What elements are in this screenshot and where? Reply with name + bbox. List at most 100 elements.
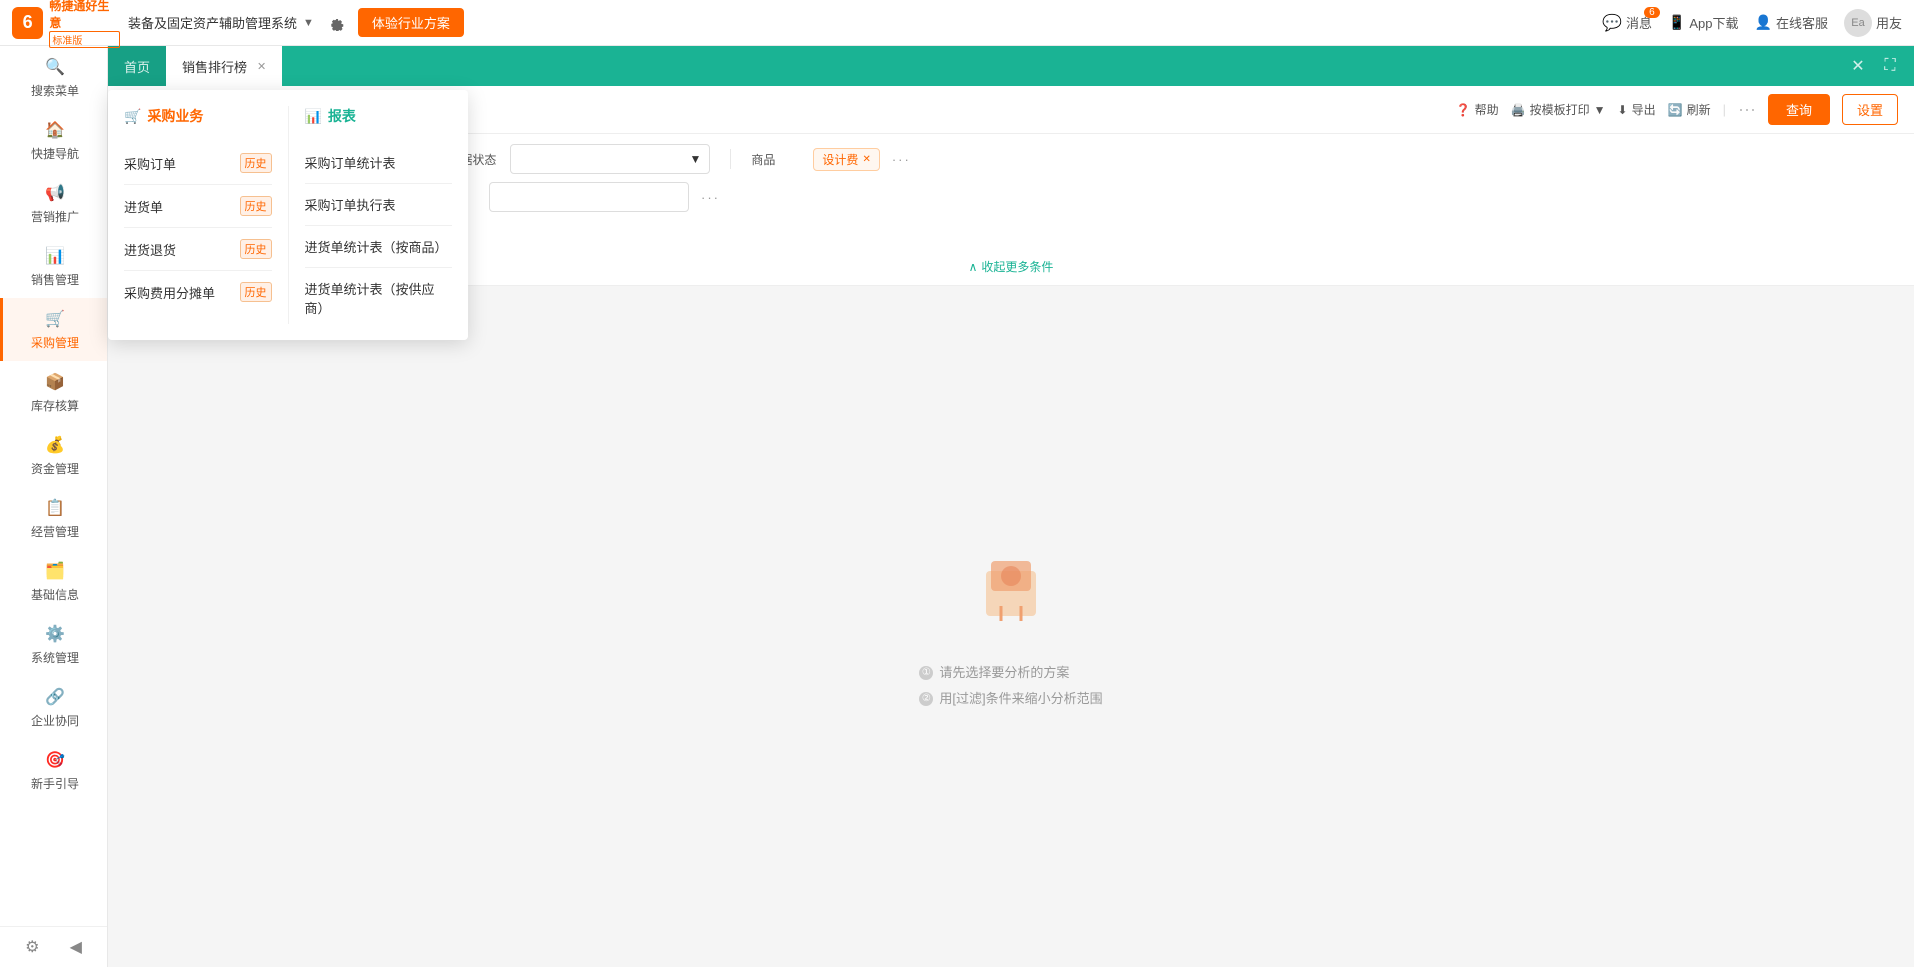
sidebar-item-capital[interactable]: 💰 资金管理 bbox=[0, 424, 107, 487]
refresh-button[interactable]: 🔄 刷新 bbox=[1668, 101, 1711, 118]
goods-label: 商品 bbox=[751, 151, 801, 168]
sidebar-item-sales[interactable]: 📊 销售管理 bbox=[0, 235, 107, 298]
sidebar-item-basic-info[interactable]: 🗂️ 基础信息 bbox=[0, 550, 107, 613]
dropdown-item-inbound-goods[interactable]: 进货单统计表（按商品） bbox=[305, 230, 453, 263]
app-label: App下载 bbox=[1689, 13, 1738, 32]
sidebar-label-search: 搜索菜单 bbox=[31, 82, 79, 99]
sidebar-settings-btn[interactable]: ⚙ bbox=[25, 937, 39, 957]
sidebar-label-enterprise: 企业协同 bbox=[31, 712, 79, 729]
inbound-history-badge: 历史 bbox=[240, 196, 272, 216]
export-label: 导出 bbox=[1632, 101, 1656, 118]
query-button[interactable]: 查询 bbox=[1768, 94, 1830, 125]
inbound-supplier-label: 进货单统计表（按供应商） bbox=[305, 279, 453, 317]
goods-tag-value: 设计费 bbox=[822, 151, 858, 168]
cost-history-badge: 历史 bbox=[240, 282, 272, 302]
dropdown-item-po-stat[interactable]: 采购订单统计表 bbox=[305, 146, 453, 179]
dropdown-item-po-exec[interactable]: 采购订单执行表 bbox=[305, 188, 453, 221]
help-icon: ❓ bbox=[1456, 103, 1471, 117]
settings-button[interactable]: 设置 bbox=[1842, 94, 1898, 125]
dropdown-item-inbound[interactable]: 进货单 历史 bbox=[124, 189, 272, 223]
dropdown-menu: 🛒 采购业务 采购订单 历史 进货单 历史 进货退货 历史 bbox=[108, 90, 468, 340]
sidebar-label-sales: 销售管理 bbox=[31, 271, 79, 288]
print-button[interactable]: 🖨️ 按模板打印 ▼ bbox=[1511, 101, 1606, 118]
sidebar-label-inventory: 库存核算 bbox=[31, 397, 79, 414]
industry-button[interactable]: 体验行业方案 bbox=[358, 8, 464, 37]
refresh-label: 刷新 bbox=[1687, 101, 1711, 118]
return-history-badge: 历史 bbox=[240, 239, 272, 259]
logo-title: 畅捷通好生意 bbox=[49, 0, 120, 31]
message-button[interactable]: 💬 消息 6 bbox=[1602, 13, 1652, 33]
gear-button[interactable] bbox=[322, 9, 350, 37]
print-icon: 🖨️ bbox=[1511, 103, 1526, 117]
sidebar-collapse-btn[interactable]: ◀ bbox=[70, 937, 82, 957]
sidebar-bottom: ⚙ ◀ bbox=[0, 926, 107, 967]
separator6 bbox=[305, 267, 453, 268]
system-title-text: 装备及固定资产辅助管理系统 bbox=[128, 13, 297, 32]
sidebar-item-enterprise[interactable]: 🔗 企业协同 bbox=[0, 676, 107, 739]
empty-tip-2-text: 用[过滤]条件来缩小分析范围 bbox=[939, 686, 1102, 712]
empty-tip-1-text: 请先选择要分析的方案 bbox=[939, 660, 1069, 686]
system-title-dropdown[interactable]: ▼ bbox=[303, 17, 314, 29]
sidebar-item-search[interactable]: 🔍 搜索菜单 bbox=[0, 46, 107, 109]
sidebar: 🔍 搜索菜单 🏠 快捷导航 📢 营销推广 📊 销售管理 🛒 采购管理 📦 库存核… bbox=[0, 46, 108, 967]
salesperson-select[interactable] bbox=[489, 182, 689, 212]
enterprise-icon: 🔗 bbox=[44, 686, 66, 708]
more-dots[interactable]: ··· bbox=[1738, 99, 1756, 120]
dropdown-vertical-divider bbox=[288, 106, 289, 324]
marketing-icon: 📢 bbox=[44, 182, 66, 204]
search-icon: 🔍 bbox=[44, 56, 66, 78]
purchase-title-text: 采购业务 bbox=[147, 106, 203, 126]
sidebar-item-guide[interactable]: 🎯 新手引导 bbox=[0, 739, 107, 802]
sidebar-item-purchase[interactable]: 🛒 采购管理 bbox=[0, 298, 107, 361]
goods-more-dots[interactable]: ··· bbox=[892, 152, 911, 167]
tab-sales-rank[interactable]: 销售排行榜 ✕ bbox=[166, 46, 282, 86]
sidebar-label-basic-info: 基础信息 bbox=[31, 586, 79, 603]
dropdown-item-po[interactable]: 采购订单 历史 bbox=[124, 146, 272, 180]
dropdown-item-return[interactable]: 进货退货 历史 bbox=[124, 232, 272, 266]
empty-dot-2: ② bbox=[919, 692, 933, 706]
sales-icon: 📊 bbox=[44, 245, 66, 267]
logo-area: 6 畅捷通好生意 标准版 bbox=[12, 0, 120, 48]
sidebar-item-operation[interactable]: 📋 经营管理 bbox=[0, 487, 107, 550]
tab-home[interactable]: 首页 bbox=[108, 46, 166, 86]
tab-close-icon[interactable]: ✕ bbox=[257, 60, 266, 73]
tab-home-label: 首页 bbox=[124, 57, 150, 76]
help-label: 帮助 bbox=[1475, 101, 1499, 118]
dropdown-report-title: 📊 报表 bbox=[305, 106, 453, 134]
content-area: 首页 销售排行榜 ✕ ✕ ⛶ ❓ 帮助 🖨️ 按模板打印 bbox=[108, 46, 1914, 967]
user-area[interactable]: Ea 用友 bbox=[1844, 9, 1902, 37]
top-header: 6 畅捷通好生意 标准版 装备及固定资产辅助管理系统 ▼ 体验行业方案 💬 消息… bbox=[0, 0, 1914, 46]
sidebar-item-inventory[interactable]: 📦 库存核算 bbox=[0, 361, 107, 424]
goods-tag-close[interactable]: ✕ bbox=[862, 154, 870, 165]
empty-tip-2: ② 用[过滤]条件来缩小分析范围 bbox=[919, 686, 1102, 712]
user-label: 用友 bbox=[1876, 13, 1902, 32]
main-layout: 🔍 搜索菜单 🏠 快捷导航 📢 营销推广 📊 销售管理 🛒 采购管理 📦 库存核… bbox=[0, 46, 1914, 967]
basic-info-icon: 🗂️ bbox=[44, 560, 66, 582]
print-dropdown-icon[interactable]: ▼ bbox=[1594, 103, 1606, 117]
sidebar-item-quick-nav[interactable]: 🏠 快捷导航 bbox=[0, 109, 107, 172]
help-button[interactable]: ❓ 帮助 bbox=[1456, 101, 1499, 118]
home-icon: 🏠 bbox=[44, 119, 66, 141]
dropdown-item-cost[interactable]: 采购费用分摊单 历史 bbox=[124, 275, 272, 309]
tab-close-all-btn[interactable]: ✕ bbox=[1846, 54, 1870, 78]
sidebar-label-purchase: 采购管理 bbox=[31, 334, 79, 351]
export-button[interactable]: ⬇ 导出 bbox=[1618, 101, 1656, 118]
divider2 bbox=[730, 149, 731, 169]
separator3 bbox=[124, 270, 272, 271]
collapse-label: 收起更多条件 bbox=[981, 258, 1053, 275]
sidebar-item-system[interactable]: ⚙️ 系统管理 bbox=[0, 613, 107, 676]
app-download-button[interactable]: 📱 App下载 bbox=[1668, 13, 1739, 32]
tab-bar: 首页 销售排行榜 ✕ ✕ ⛶ bbox=[108, 46, 1914, 86]
collapse-button[interactable]: ∧ 收起更多条件 bbox=[969, 258, 1054, 275]
purchase-icon: 🛒 bbox=[44, 308, 66, 330]
purchase-menu-icon: 🛒 bbox=[124, 108, 141, 125]
print-label: 按模板打印 bbox=[1530, 101, 1590, 118]
report-title-text: 报表 bbox=[328, 106, 356, 126]
sidebar-item-marketing[interactable]: 📢 营销推广 bbox=[0, 172, 107, 235]
online-service-button[interactable]: 👤 在线客服 bbox=[1755, 13, 1828, 32]
dropdown-item-inbound-supplier[interactable]: 进货单统计表（按供应商） bbox=[305, 272, 453, 324]
tab-fullscreen-btn[interactable]: ⛶ bbox=[1878, 54, 1902, 78]
separator1 bbox=[124, 184, 272, 185]
salesperson-more-dots[interactable]: ··· bbox=[701, 190, 720, 205]
voucher-status-select[interactable]: ▼ bbox=[510, 144, 710, 174]
